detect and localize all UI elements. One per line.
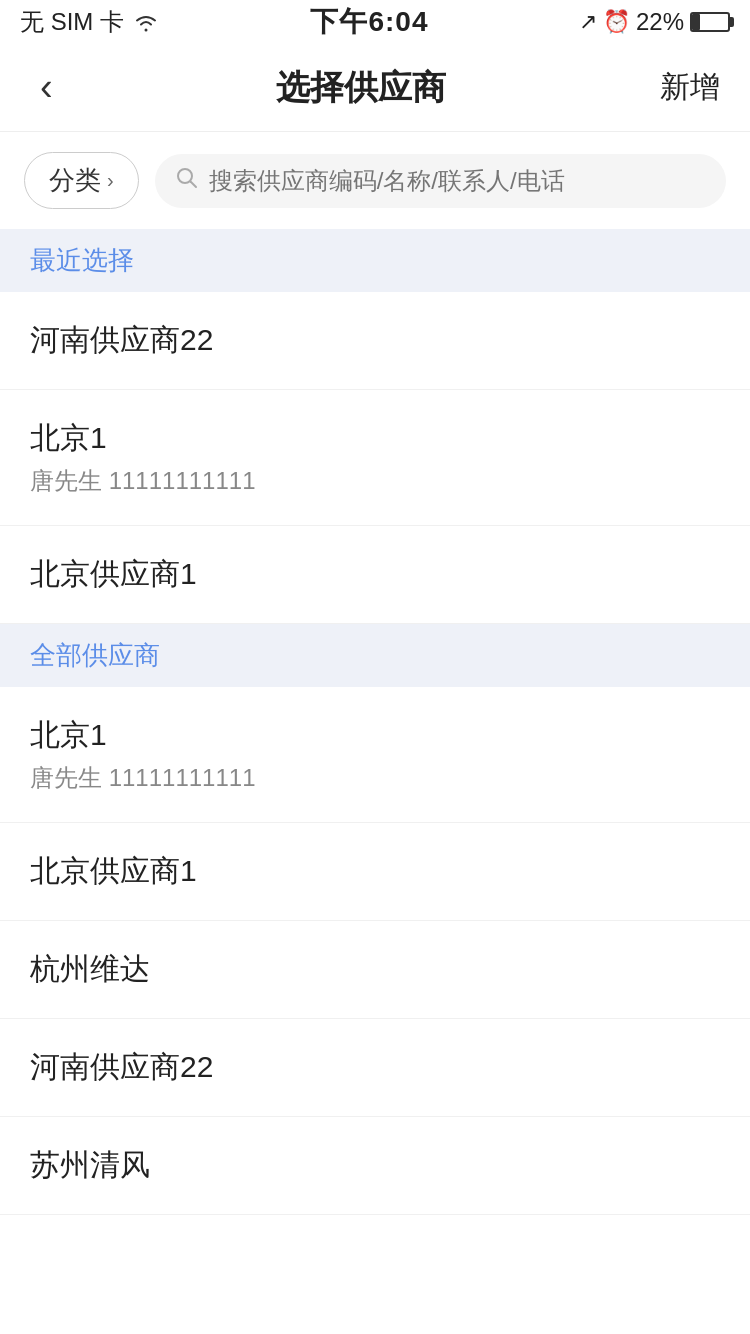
item-sub: 唐先生 11111111111 bbox=[30, 762, 720, 794]
item-name: 北京1 bbox=[30, 418, 720, 459]
sim-text: 无 SIM 卡 bbox=[20, 6, 124, 38]
list-item[interactable]: 北京1 唐先生 11111111111 bbox=[0, 687, 750, 823]
item-name: 河南供应商22 bbox=[30, 1047, 720, 1088]
recent-section-label: 最近选择 bbox=[30, 245, 134, 275]
nav-title: 选择供应商 bbox=[276, 65, 446, 111]
recent-section-header: 最近选择 bbox=[0, 229, 750, 292]
item-name: 河南供应商22 bbox=[30, 320, 720, 361]
item-name: 北京供应商1 bbox=[30, 851, 720, 892]
add-button[interactable]: 新增 bbox=[660, 67, 720, 108]
all-section-label: 全部供应商 bbox=[30, 640, 160, 670]
list-item[interactable]: 北京供应商1 bbox=[0, 823, 750, 921]
category-arrow-icon: › bbox=[107, 169, 114, 192]
item-name: 北京1 bbox=[30, 715, 720, 756]
status-left: 无 SIM 卡 bbox=[20, 6, 160, 38]
back-button[interactable]: ‹ bbox=[30, 56, 63, 119]
item-name: 苏州清风 bbox=[30, 1145, 720, 1186]
item-sub: 唐先生 11111111111 bbox=[30, 465, 720, 497]
list-item[interactable]: 杭州维达 bbox=[0, 921, 750, 1019]
alarm-icon: ⏰ bbox=[603, 9, 630, 35]
status-right: ↗ ⏰ 22% bbox=[579, 8, 730, 36]
battery-icon bbox=[690, 12, 730, 32]
wifi-icon bbox=[132, 12, 160, 32]
svg-line-1 bbox=[190, 181, 196, 187]
status-bar: 无 SIM 卡 下午6:04 ↗ ⏰ 22% bbox=[0, 0, 750, 44]
list-item[interactable]: 河南供应商22 bbox=[0, 1019, 750, 1117]
status-time: 下午6:04 bbox=[310, 3, 428, 41]
all-items-list: 北京1 唐先生 11111111111 北京供应商1 杭州维达河南供应商22 苏州清风 bbox=[0, 687, 750, 1215]
search-input[interactable] bbox=[209, 167, 706, 195]
category-button[interactable]: 分类 › bbox=[24, 152, 139, 209]
item-name: 杭州维达 bbox=[30, 949, 720, 990]
category-label: 分类 bbox=[49, 163, 101, 198]
search-box[interactable] bbox=[155, 154, 726, 208]
item-name: 北京供应商1 bbox=[30, 554, 720, 595]
all-section-header: 全部供应商 bbox=[0, 624, 750, 687]
list-item[interactable]: 苏州清风 bbox=[0, 1117, 750, 1215]
list-item[interactable]: 北京供应商1 bbox=[0, 526, 750, 624]
battery-percent: 22% bbox=[636, 8, 684, 36]
nav-bar: ‹ 选择供应商 新增 bbox=[0, 44, 750, 132]
location-icon: ↗ bbox=[579, 9, 597, 35]
list-item[interactable]: 河南供应商22 bbox=[0, 292, 750, 390]
list-item[interactable]: 北京1 唐先生 11111111111 bbox=[0, 390, 750, 526]
filter-bar: 分类 › bbox=[0, 132, 750, 229]
recent-items-list: 河南供应商22 北京1 唐先生 11111111111 北京供应商1 bbox=[0, 292, 750, 624]
search-icon bbox=[175, 166, 199, 196]
